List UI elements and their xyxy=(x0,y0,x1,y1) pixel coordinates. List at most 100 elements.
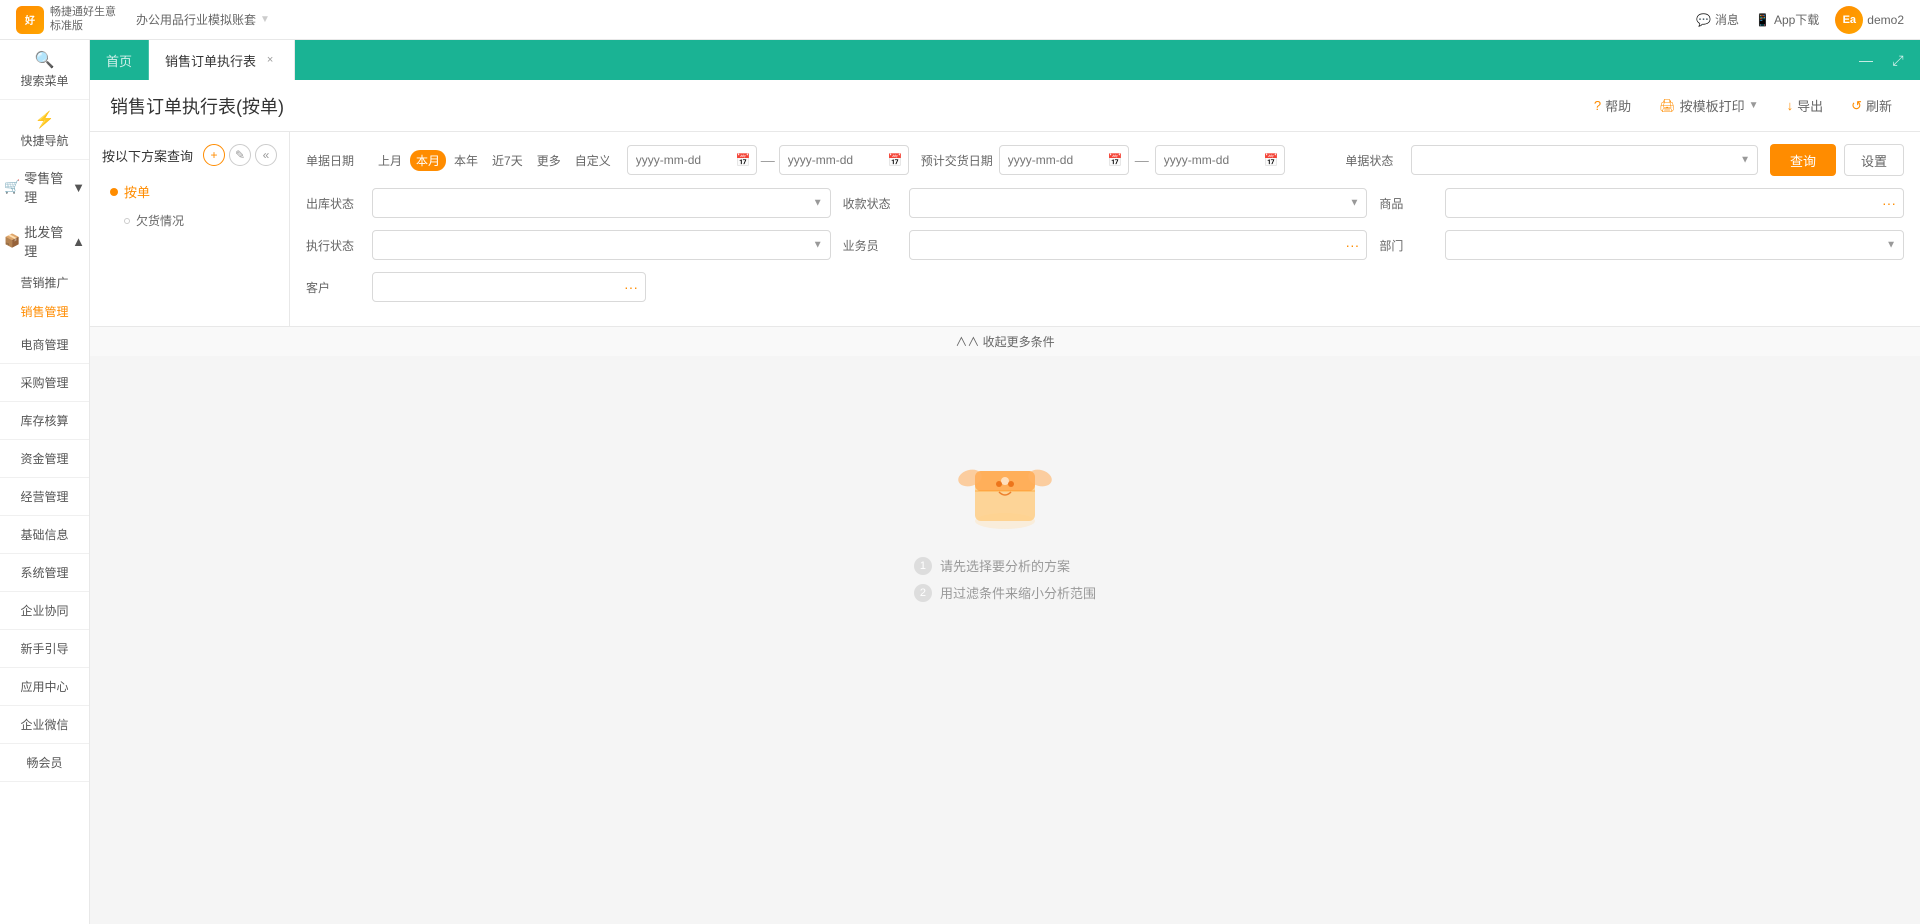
empty-tip-2: 2 用过滤条件来缩小分析范围 xyxy=(914,583,1096,602)
tab-minimize-button[interactable]: — xyxy=(1852,46,1880,74)
sidebar-item-finance[interactable]: 资金管理 xyxy=(0,440,89,478)
export-icon: ↓ xyxy=(1787,98,1794,113)
expected-date-to-input[interactable] xyxy=(1155,145,1285,175)
filter-query-actions: 查询 设置 xyxy=(1770,144,1904,176)
exec-status-select[interactable] xyxy=(372,230,831,260)
sidebar-item-marketing[interactable]: 营销推广 xyxy=(0,268,89,297)
filter-section: 按以下方案查询 + ✎ « 按单 xyxy=(90,132,1920,356)
date-btn-last-7-days[interactable]: 近7天 xyxy=(486,150,529,171)
scheme-active-dot xyxy=(110,188,118,196)
date-btn-this-month[interactable]: 本月 xyxy=(410,150,446,171)
out-status-field: 出库状态 ▼ xyxy=(306,188,831,218)
refresh-button[interactable]: ↺ 刷新 xyxy=(1843,92,1900,119)
sidebar-item-operation[interactable]: 经营管理 xyxy=(0,478,89,516)
sidebar-item-enterprise-wechat[interactable]: 企业微信 xyxy=(0,706,89,744)
tip-num-2: 2 xyxy=(914,584,932,602)
sidebar-item-member[interactable]: 畅会员 xyxy=(0,744,89,782)
dept-select[interactable] xyxy=(1445,230,1904,260)
user-profile[interactable]: Ea demo2 xyxy=(1835,6,1904,34)
date-to-input[interactable] xyxy=(779,145,909,175)
scheme-edit-button[interactable]: ✎ xyxy=(229,144,251,166)
query-button[interactable]: 查询 xyxy=(1770,144,1836,176)
sidebar-item-newbie[interactable]: 新手引导 xyxy=(0,630,89,668)
collapse-more-button[interactable]: ∧∧ 收起更多条件 xyxy=(90,326,1920,356)
collapse-up-icon: ∧∧ xyxy=(955,335,982,349)
logo-area: 好 畅捷通好生意 标准版 xyxy=(16,6,116,34)
sidebar-item-app-center[interactable]: 应用中心 xyxy=(0,668,89,706)
collect-status-select[interactable] xyxy=(909,188,1368,218)
sidebar-item-enterprise-collab[interactable]: 企业协同 xyxy=(0,592,89,630)
sidebar-item-ecommerce[interactable]: 电商管理 xyxy=(0,326,89,364)
salesperson-select-wrapper: ··· xyxy=(909,230,1368,260)
expected-date-from-input[interactable] xyxy=(999,145,1129,175)
date-filter-field: 单据日期 上月 本月 本年 近7天 更多 自定义 xyxy=(306,145,909,175)
scheme-add-button[interactable]: + xyxy=(203,144,225,166)
sidebar-item-basic-info[interactable]: 基础信息 xyxy=(0,516,89,554)
sidebar-item-purchase[interactable]: 采购管理 xyxy=(0,364,89,402)
filter-row-3: 执行状态 ▼ 业务员 xyxy=(306,230,1904,260)
tab-close-button[interactable]: × xyxy=(262,52,278,68)
date-range: 📅 — 📅 xyxy=(627,145,909,175)
sidebar-item-quick-nav[interactable]: ⚡ 快捷导航 xyxy=(0,100,89,160)
out-status-select[interactable] xyxy=(372,188,831,218)
sidebar-item-inventory[interactable]: 库存核算 xyxy=(0,402,89,440)
app-name: 畅捷通好生意 标准版 xyxy=(50,6,116,32)
date-quick-buttons: 上月 本月 本年 近7天 更多 自定义 xyxy=(372,150,617,171)
dept-select-wrapper: ▼ xyxy=(1445,230,1904,260)
customer-input[interactable] xyxy=(372,272,646,302)
product-input[interactable] xyxy=(1445,188,1904,218)
tip-num-1: 1 xyxy=(914,557,932,575)
sidebar-item-wholesale[interactable]: 📦 批发管理 ▲ xyxy=(0,214,89,268)
scheme-item-by-order[interactable]: 按单 xyxy=(102,176,277,207)
expected-date-separator: — xyxy=(1135,152,1149,168)
message-button[interactable]: 💬 消息 xyxy=(1696,11,1739,28)
export-button[interactable]: ↓ 导出 xyxy=(1779,92,1832,119)
tab-sales-order-exec[interactable]: 销售订单执行表 × xyxy=(149,40,295,80)
quick-nav-icon: ⚡ xyxy=(4,110,85,130)
filter-layout: 按以下方案查询 + ✎ « 按单 xyxy=(90,132,1920,326)
wholesale-icon: 📦 xyxy=(4,233,20,249)
exec-status-label: 执行状态 xyxy=(306,237,366,254)
sidebar-item-search[interactable]: 🔍 搜索菜单 xyxy=(0,40,89,100)
product-label: 商品 xyxy=(1379,195,1439,212)
sidebar: 🔍 搜索菜单 ⚡ 快捷导航 🛒 零售管理 ▼ 📦 批发管理 ▲ 营销推广 销售管… xyxy=(0,40,90,924)
wholesale-chevron-icon: ▲ xyxy=(72,234,85,249)
filter-row-4: 客户 ··· xyxy=(306,272,1904,302)
exec-status-select-wrapper: ▼ xyxy=(372,230,831,260)
print-button[interactable]: 🖨 按模板打印 ▼ xyxy=(1651,92,1766,119)
date-btn-this-year[interactable]: 本年 xyxy=(448,150,484,171)
date-btn-more[interactable]: 更多 xyxy=(531,150,567,171)
date-range-separator: — xyxy=(761,152,775,168)
scheme-collapse-button[interactable]: « xyxy=(255,144,277,166)
sidebar-item-retail[interactable]: 🛒 零售管理 ▼ xyxy=(0,160,89,214)
date-btn-custom[interactable]: 自定义 xyxy=(569,150,617,171)
dept-field: 部门 ▼ xyxy=(1379,230,1904,260)
app-download-button[interactable]: 📱 App下载 xyxy=(1755,11,1819,28)
expected-date-field: 预计交货日期 📅 — 📅 xyxy=(921,145,1334,175)
tab-expand-button[interactable]: ⤢ xyxy=(1884,46,1912,74)
help-button[interactable]: ? 帮助 xyxy=(1586,92,1639,119)
scheme-item-backorder[interactable]: 欠货情况 xyxy=(102,207,277,234)
doc-status-select[interactable] xyxy=(1411,145,1758,175)
empty-tips: 1 请先选择要分析的方案 2 用过滤条件来缩小分析范围 xyxy=(914,556,1096,610)
top-header: 好 畅捷通好生意 标准版 办公用品行业模拟账套 ▼ 💬 消息 📱 App下载 E… xyxy=(0,0,1920,40)
tab-bar-actions: — ⤢ xyxy=(1852,40,1920,80)
main-container: 🔍 搜索菜单 ⚡ 快捷导航 🛒 零售管理 ▼ 📦 批发管理 ▲ 营销推广 销售管… xyxy=(0,40,1920,924)
settings-button[interactable]: 设置 xyxy=(1844,144,1904,176)
tab-home[interactable]: 首页 xyxy=(90,40,149,80)
filter-row-2: 出库状态 ▼ 收款状态 xyxy=(306,188,1904,218)
date-btn-last-month[interactable]: 上月 xyxy=(372,150,408,171)
salesperson-input[interactable] xyxy=(909,230,1368,260)
scheme-panel-icons: + ✎ « xyxy=(203,144,277,166)
breadcrumb[interactable]: 办公用品行业模拟账套 ▼ xyxy=(136,11,270,28)
download-icon: 📱 xyxy=(1755,13,1770,27)
page-title: 销售订单执行表(按单) xyxy=(110,93,284,119)
doc-status-label: 单据状态 xyxy=(1345,152,1405,169)
date-from-input[interactable] xyxy=(627,145,757,175)
help-icon: ? xyxy=(1594,98,1601,113)
header-right: 💬 消息 📱 App下载 Ea demo2 xyxy=(1696,6,1904,34)
sidebar-item-system[interactable]: 系统管理 xyxy=(0,554,89,592)
out-status-select-wrapper: ▼ xyxy=(372,188,831,218)
sidebar-item-sales[interactable]: 销售管理 xyxy=(0,297,89,326)
expected-date-label: 预计交货日期 xyxy=(921,152,993,169)
